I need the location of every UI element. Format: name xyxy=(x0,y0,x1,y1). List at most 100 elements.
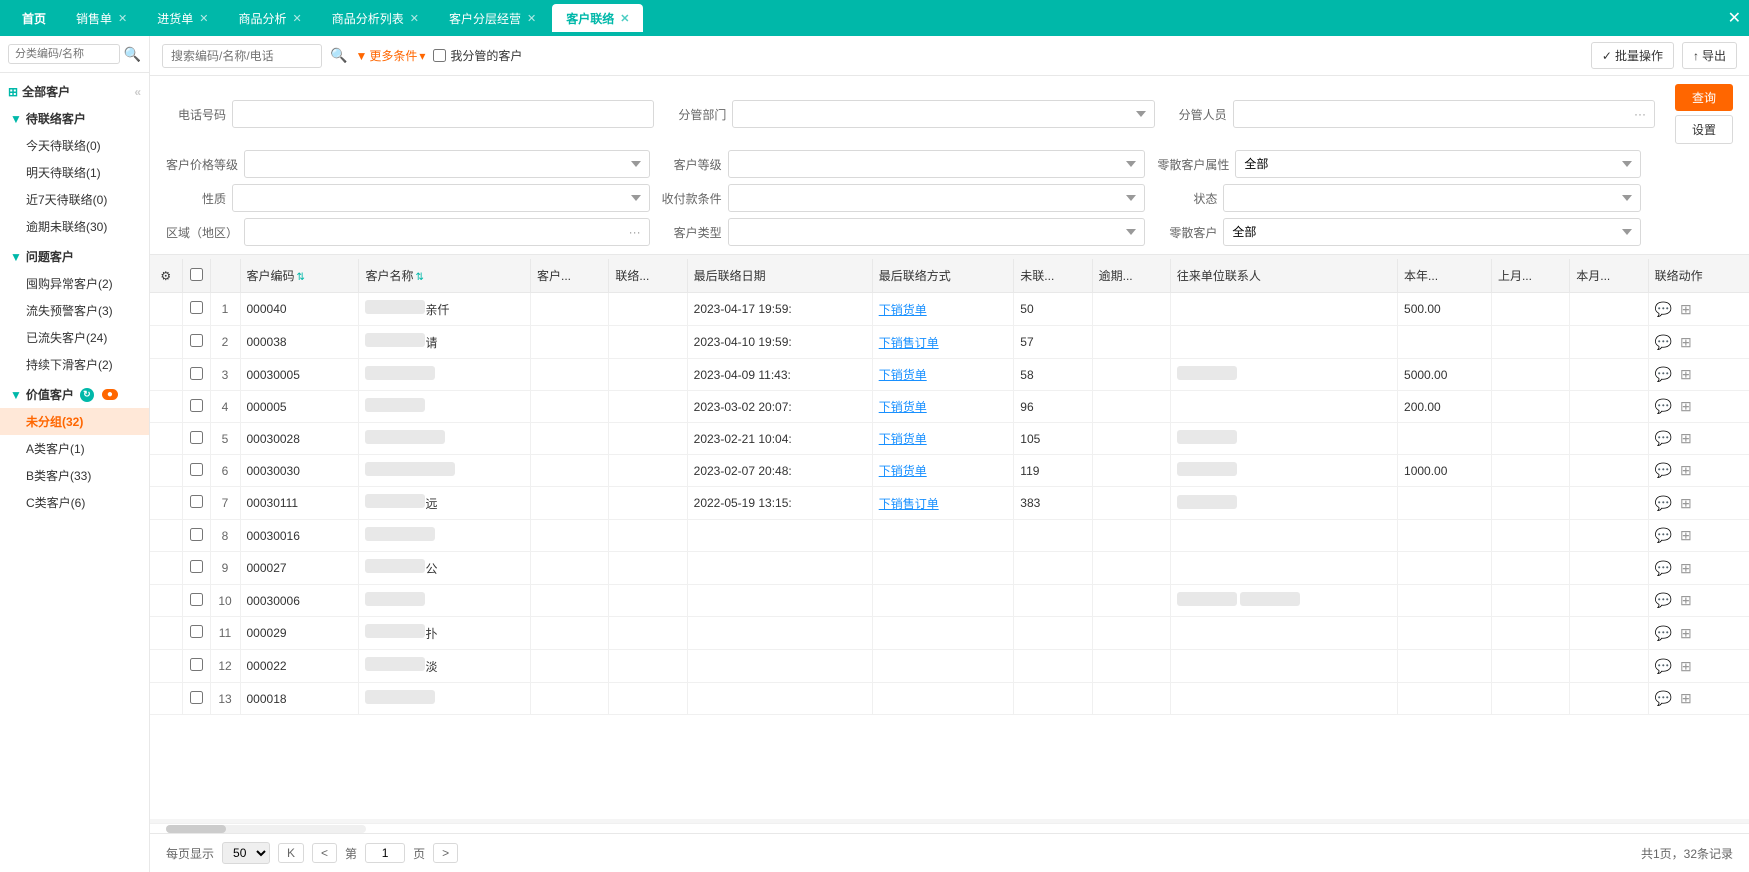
message-icon[interactable]: 💬 xyxy=(1655,366,1672,383)
retail-customer-select[interactable]: 全部 xyxy=(1223,218,1641,246)
row-checkbox[interactable] xyxy=(190,560,203,573)
filter-search-input[interactable] xyxy=(162,44,322,68)
status-select[interactable] xyxy=(1223,184,1641,212)
close-sales-tab[interactable]: ✕ xyxy=(118,12,127,25)
sidebar-item-churn-risk[interactable]: 流失预警客户(3) xyxy=(0,297,149,324)
row-checkbox[interactable] xyxy=(190,399,203,412)
grid-action-icon[interactable]: ⊞ xyxy=(1680,462,1692,479)
close-analysis-list-tab[interactable]: ✕ xyxy=(410,12,419,25)
contact-method-link[interactable]: 下销售订单 xyxy=(879,336,939,350)
row-checkbox[interactable] xyxy=(190,691,203,704)
row-checkbox[interactable] xyxy=(190,334,203,347)
customer-level-select[interactable] xyxy=(728,150,1146,178)
row-checkbox[interactable] xyxy=(190,658,203,671)
contact-method-link[interactable]: 下销货单 xyxy=(879,432,927,446)
gender-select[interactable] xyxy=(232,184,650,212)
sidebar-item-7days[interactable]: 近7天待联络(0) xyxy=(0,186,149,213)
grid-action-icon[interactable]: ⊞ xyxy=(1680,625,1692,642)
message-icon[interactable]: 💬 xyxy=(1655,690,1672,707)
payment-select[interactable] xyxy=(728,184,1146,212)
page-number-input[interactable] xyxy=(365,843,405,863)
grid-action-icon[interactable]: ⊞ xyxy=(1680,592,1692,609)
close-customer-segment-tab[interactable]: ✕ xyxy=(527,12,536,25)
row-checkbox[interactable] xyxy=(190,367,203,380)
grid-action-icon[interactable]: ⊞ xyxy=(1680,495,1692,512)
refresh-badge[interactable]: ↻ xyxy=(80,388,94,402)
page-size-select[interactable]: 50 xyxy=(222,842,270,864)
grid-action-icon[interactable]: ⊞ xyxy=(1680,366,1692,383)
row-checkbox[interactable] xyxy=(190,593,203,606)
tab-analysis[interactable]: 商品分析 ✕ xyxy=(224,4,315,32)
customer-type-select[interactable] xyxy=(728,218,1146,246)
manager-select[interactable]: ··· xyxy=(1233,100,1655,128)
sidebar-all-customers[interactable]: ⊞ 全部客户 « xyxy=(0,77,149,102)
tab-customer-segment[interactable]: 客户分层经营 ✕ xyxy=(435,4,550,32)
grid-action-icon[interactable]: ⊞ xyxy=(1680,334,1692,351)
row-checkbox[interactable] xyxy=(190,495,203,508)
first-page-button[interactable]: K xyxy=(278,843,304,863)
sidebar-item-ungraded[interactable]: 未分组(32) xyxy=(0,408,149,435)
code-sort-icon[interactable]: ⇅ xyxy=(297,272,305,283)
select-all-checkbox[interactable] xyxy=(190,268,203,281)
horizontal-scrollbar[interactable] xyxy=(150,823,1749,833)
message-icon[interactable]: 💬 xyxy=(1655,658,1672,675)
code-col[interactable]: 客户编码⇅ xyxy=(240,259,359,293)
sidebar-item-groupA[interactable]: A类客户(1) xyxy=(0,435,149,462)
next-page-button[interactable]: > xyxy=(433,843,458,863)
sidebar-search-button[interactable]: 🔍 xyxy=(124,46,141,63)
sidebar-item-groupC[interactable]: C类客户(6) xyxy=(0,489,149,516)
tab-purchase[interactable]: 进货单 ✕ xyxy=(143,4,222,32)
sidebar-item-declining[interactable]: 持续下滑客户(2) xyxy=(0,351,149,378)
message-icon[interactable]: 💬 xyxy=(1655,592,1672,609)
grid-action-icon[interactable]: ⊞ xyxy=(1680,560,1692,577)
app-close-button[interactable]: ✕ xyxy=(1728,8,1741,28)
scrollbar-thumb[interactable] xyxy=(166,825,226,833)
collapse-icon[interactable]: « xyxy=(134,85,141,99)
message-icon[interactable]: 💬 xyxy=(1655,334,1672,351)
message-icon[interactable]: 💬 xyxy=(1655,625,1672,642)
filter-search-button[interactable]: 🔍 xyxy=(330,47,347,64)
prev-page-button[interactable]: < xyxy=(312,843,337,863)
message-icon[interactable]: 💬 xyxy=(1655,462,1672,479)
sidebar-item-today[interactable]: 今天待联络(0) xyxy=(0,132,149,159)
message-icon[interactable]: 💬 xyxy=(1655,430,1672,447)
row-checkbox[interactable] xyxy=(190,625,203,638)
dept-select[interactable] xyxy=(732,100,1154,128)
contact-method-link[interactable]: 下销货单 xyxy=(879,368,927,382)
grid-action-icon[interactable]: ⊞ xyxy=(1680,690,1692,707)
message-icon[interactable]: 💬 xyxy=(1655,398,1672,415)
contact-method-link[interactable]: 下销货单 xyxy=(879,303,927,317)
sidebar-search-input[interactable] xyxy=(8,44,120,64)
select-all-col[interactable] xyxy=(182,259,210,293)
sidebar-item-abnormal[interactable]: 囤购异常客户(2) xyxy=(0,270,149,297)
close-customer-contact-tab[interactable]: ✕ xyxy=(620,12,629,25)
contact-method-link[interactable]: 下销货单 xyxy=(879,400,927,414)
close-purchase-tab[interactable]: ✕ xyxy=(199,12,208,25)
batch-ops-button[interactable]: ✓ 批量操作 xyxy=(1591,42,1674,69)
contact-method-link[interactable]: 下销货单 xyxy=(879,464,927,478)
sidebar-item-groupB[interactable]: B类客户(33) xyxy=(0,462,149,489)
export-button[interactable]: ↑ 导出 xyxy=(1682,42,1737,69)
row-checkbox[interactable] xyxy=(190,301,203,314)
grid-action-icon[interactable]: ⊞ xyxy=(1680,301,1692,318)
sidebar-item-tomorrow[interactable]: 明天待联络(1) xyxy=(0,159,149,186)
query-button[interactable]: 查询 xyxy=(1675,84,1733,111)
price-level-select[interactable] xyxy=(244,150,650,178)
contact-method-link[interactable]: 下销售订单 xyxy=(879,497,939,511)
reset-button[interactable]: 设置 xyxy=(1675,115,1733,144)
sidebar-item-lost[interactable]: 已流失客户(24) xyxy=(0,324,149,351)
row-checkbox[interactable] xyxy=(190,431,203,444)
sidebar-section-pending[interactable]: ▼ 待联络客户 xyxy=(0,102,149,132)
settings-col[interactable]: ⚙ xyxy=(150,259,182,293)
my-customers-checkbox[interactable] xyxy=(433,49,446,62)
name-col[interactable]: 客户名称⇅ xyxy=(359,259,531,293)
more-conditions-button[interactable]: ▼ 更多条件 ▾ xyxy=(355,47,425,64)
row-checkbox[interactable] xyxy=(190,528,203,541)
sidebar-section-problem[interactable]: ▼ 问题客户 xyxy=(0,240,149,270)
sidebar-section-value[interactable]: ▼ 价值客户 ↻ ● xyxy=(0,378,149,408)
tab-home[interactable]: 首页 xyxy=(8,4,60,32)
name-sort-icon[interactable]: ⇅ xyxy=(415,272,423,283)
region-select[interactable]: ··· xyxy=(244,218,650,246)
grid-action-icon[interactable]: ⊞ xyxy=(1680,430,1692,447)
retail-attr-select[interactable]: 全部 xyxy=(1235,150,1641,178)
